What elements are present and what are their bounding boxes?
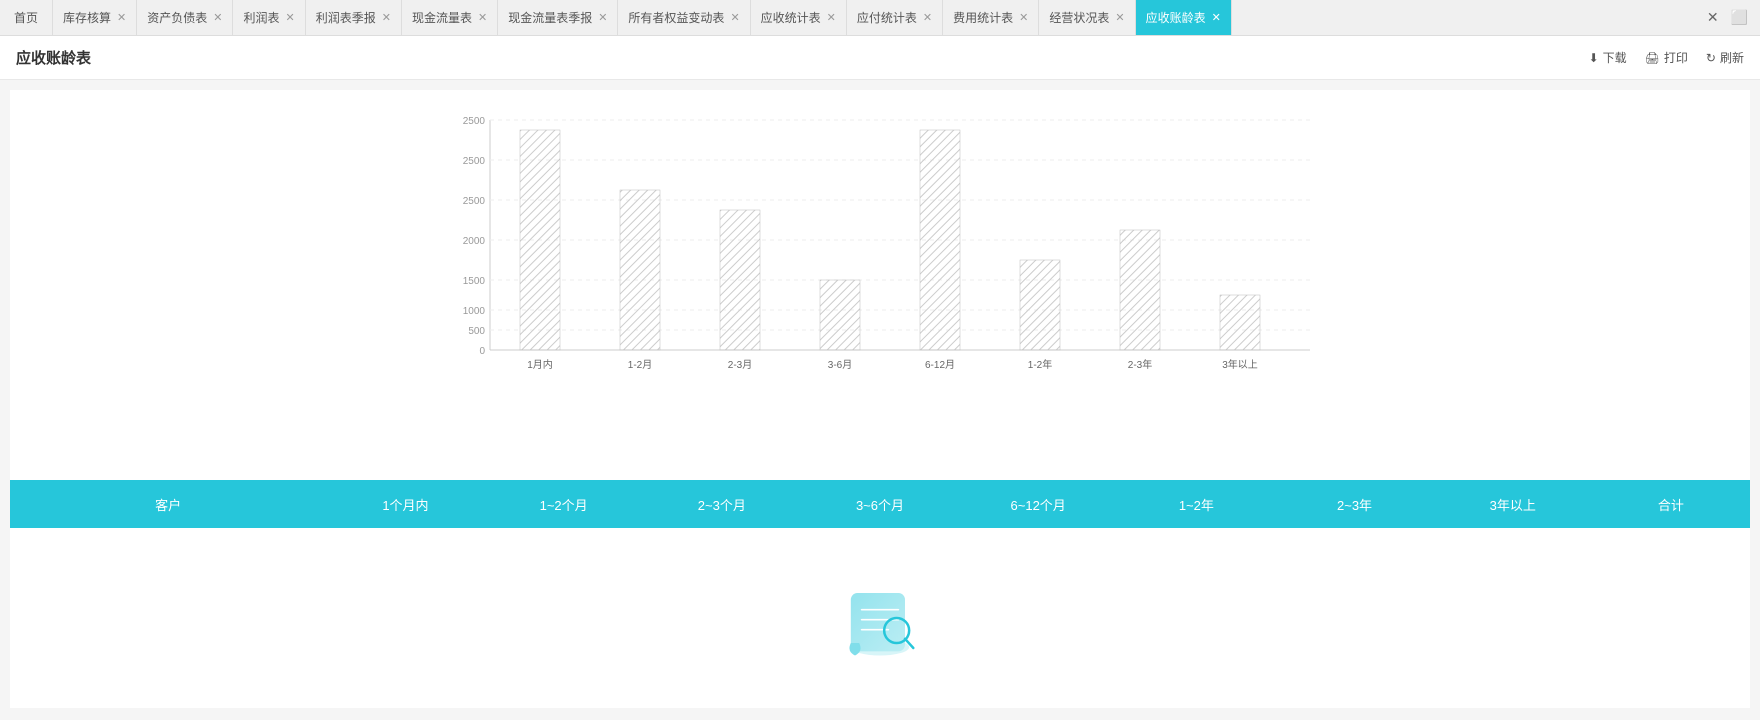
svg-text:6-12月: 6-12月 [925,359,955,371]
window-maximize-btn[interactable]: ⬜ [1727,7,1752,28]
tab-close-ar-stat[interactable]: ✕ [827,11,836,24]
tab-profit[interactable]: 利润表 ✕ [233,0,305,36]
main-content: 2500 2500 2500 2000 1500 1000 500 0 1月内 … [10,90,1750,708]
tab-close-cashflow[interactable]: ✕ [478,11,487,24]
col-2-3year: 2~3年 [1275,495,1433,514]
tab-ar-stat[interactable]: 应收统计表 ✕ [751,0,847,36]
col-3-6month: 3~6个月 [801,495,959,514]
col-customer: 客户 [10,495,326,514]
svg-text:2000: 2000 [463,236,486,247]
empty-state [10,528,1750,708]
window-close-btn[interactable]: ✕ [1703,7,1723,28]
tab-ap-stat[interactable]: 应付统计表 ✕ [847,0,943,36]
print-icon: 🖨 [1645,51,1660,65]
tab-close-balance[interactable]: ✕ [213,11,222,24]
tab-close-expense-stat[interactable]: ✕ [1019,11,1028,24]
svg-text:1-2月: 1-2月 [628,359,652,371]
tab-inventory[interactable]: 库存核算 ✕ [53,0,137,36]
svg-text:2-3年: 2-3年 [1128,358,1152,371]
col-2-3month: 2~3个月 [643,495,801,514]
tab-cashflow-quarter[interactable]: 现金流量表季报 ✕ [498,0,618,36]
tab-close-ap-stat[interactable]: ✕ [923,11,932,24]
svg-text:3-6月: 3-6月 [828,359,852,371]
table-header: 客户 1个月内 1~2个月 2~3个月 3~6个月 6~12个月 1~2年 2~… [10,480,1750,528]
window-controls: ✕ ⬜ [1695,7,1760,28]
tab-profit-quarter[interactable]: 利润表季报 ✕ [306,0,402,36]
tab-close-cashflow-quarter[interactable]: ✕ [598,11,607,24]
svg-text:1月内: 1月内 [527,358,553,371]
tab-close-operations[interactable]: ✕ [1115,11,1124,24]
refresh-icon: ↻ [1706,51,1716,65]
col-3year-plus: 3年以上 [1434,495,1592,514]
print-button[interactable]: 🖨 打印 [1645,49,1688,66]
svg-text:1-2年: 1-2年 [1028,358,1052,371]
page-header: 应收账龄表 ⬇ 下载 🖨 打印 ↻ 刷新 [0,36,1760,80]
svg-text:2-3月: 2-3月 [728,359,752,371]
tab-home[interactable]: 首页 [0,0,53,36]
tab-close-profit-quarter[interactable]: ✕ [382,11,391,24]
tab-bar: 首页 库存核算 ✕ 资产负债表 ✕ 利润表 ✕ 利润表季报 ✕ 现金流量表 ✕ … [0,0,1760,36]
col-1month: 1个月内 [326,495,484,514]
download-icon: ⬇ [1589,51,1599,65]
svg-text:1500: 1500 [463,276,486,287]
tab-expense-stat[interactable]: 费用统计表 ✕ [943,0,1039,36]
svg-text:1000: 1000 [463,306,486,317]
col-total: 合计 [1592,495,1750,514]
chart-area: 2500 2500 2500 2000 1500 1000 500 0 1月内 … [10,90,1750,480]
svg-text:500: 500 [468,326,485,337]
tab-close-inventory[interactable]: ✕ [117,11,126,24]
tab-close-ar-aging[interactable]: ✕ [1212,11,1221,24]
empty-icon [830,568,930,668]
bar-chart: 2500 2500 2500 2000 1500 1000 500 0 1月内 … [40,110,1720,390]
svg-text:2500: 2500 [463,156,486,167]
tab-operations[interactable]: 经营状况表 ✕ [1039,0,1135,36]
svg-text:3年以上: 3年以上 [1222,358,1258,371]
tab-close-equity[interactable]: ✕ [730,11,739,24]
refresh-button[interactable]: ↻ 刷新 [1706,49,1744,66]
col-6-12month: 6~12个月 [959,495,1117,514]
tab-cashflow[interactable]: 现金流量表 ✕ [402,0,498,36]
tab-close-profit[interactable]: ✕ [286,11,295,24]
svg-text:2500: 2500 [463,116,486,127]
download-button[interactable]: ⬇ 下载 [1589,49,1627,66]
tab-equity[interactable]: 所有者权益变动表 ✕ [618,0,750,36]
svg-text:2500: 2500 [463,196,486,207]
col-1-2year: 1~2年 [1117,495,1275,514]
page-title: 应收账龄表 [16,47,91,68]
col-1-2month: 1~2个月 [485,495,643,514]
tab-balance[interactable]: 资产负债表 ✕ [137,0,233,36]
tab-ar-aging[interactable]: 应收账龄表 ✕ [1136,0,1232,36]
svg-text:0: 0 [479,346,485,357]
page-actions: ⬇ 下载 🖨 打印 ↻ 刷新 [1589,49,1744,66]
